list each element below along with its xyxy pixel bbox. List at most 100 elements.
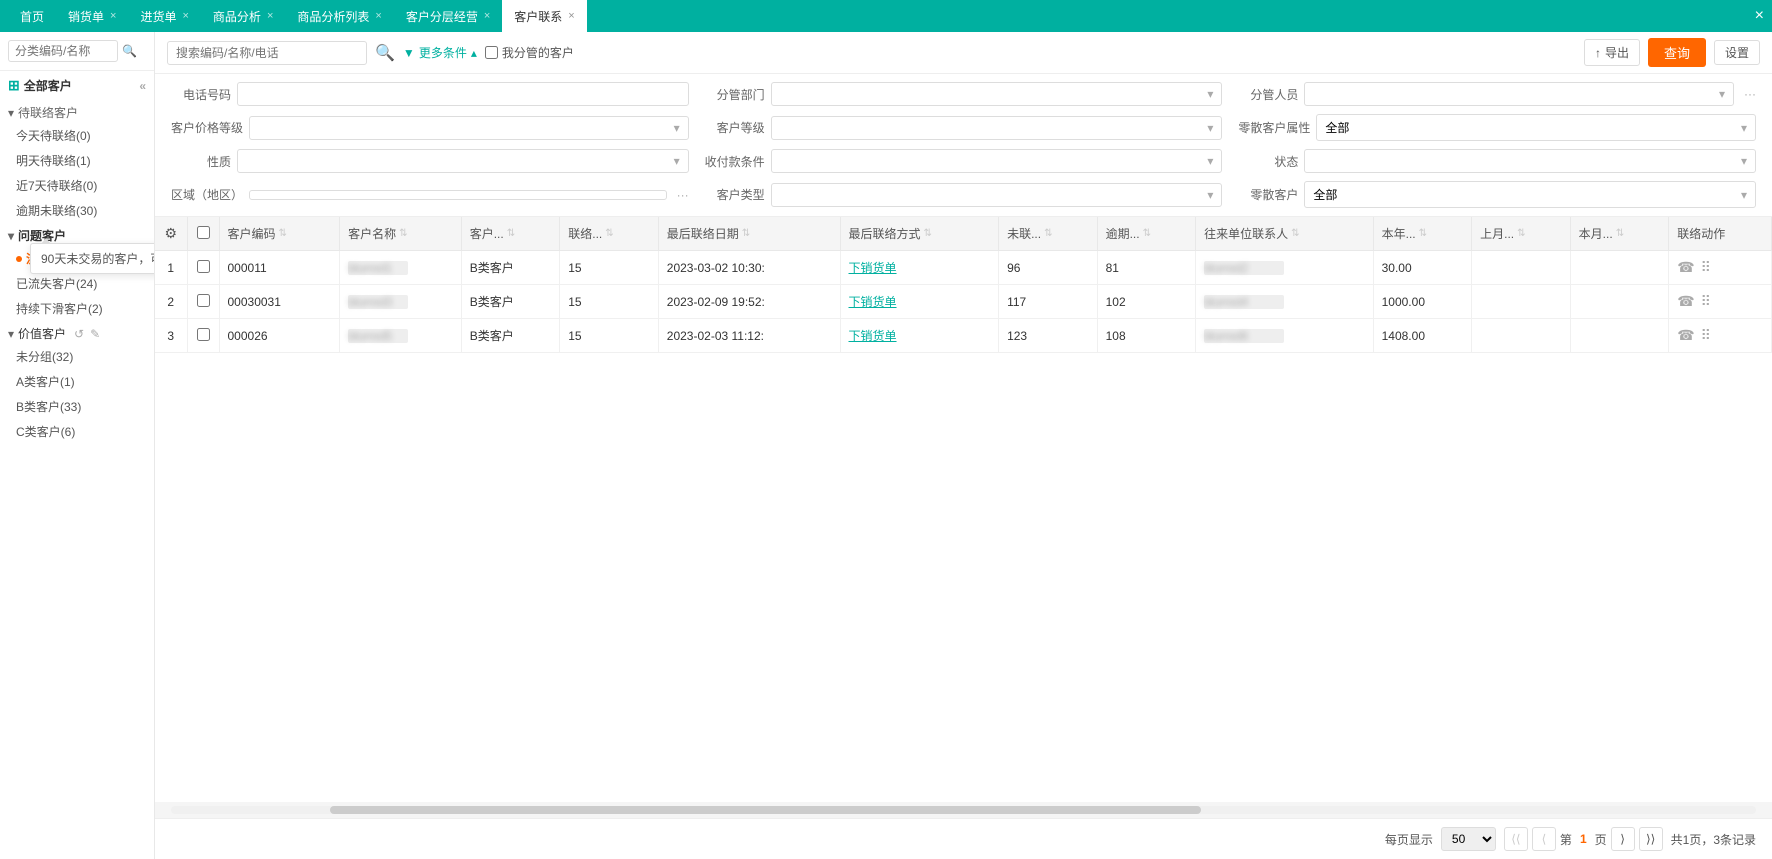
th-this-month[interactable]: 本月... ⇅ bbox=[1570, 217, 1669, 251]
sidebar-item-declining[interactable]: 持续下滑客户(2) bbox=[0, 296, 154, 321]
filter-sparse-attr-select[interactable]: 全部 ▾ bbox=[1316, 114, 1756, 141]
more-action-icon[interactable]: ⠿ bbox=[1701, 259, 1711, 276]
row-checkbox[interactable] bbox=[197, 328, 210, 341]
customers-table: ⚙ 客户编码 ⇅ 客户名称 bbox=[155, 217, 1772, 353]
th-last-month[interactable]: 上月... ⇅ bbox=[1472, 217, 1571, 251]
tab-home[interactable]: 首页 bbox=[8, 0, 56, 32]
close-tab-product-analysis[interactable]: × bbox=[267, 10, 273, 22]
topbar-close-button[interactable]: × bbox=[1755, 7, 1764, 25]
filter-phone-input[interactable] bbox=[237, 82, 689, 106]
th-customer-code[interactable]: 客户编码 ⇅ bbox=[219, 217, 340, 251]
filter-dept-select[interactable]: ▾ bbox=[771, 82, 1223, 106]
sidebar-item-ungrouped[interactable]: 未分组(32) bbox=[0, 344, 154, 369]
row-name: blurred1 bbox=[340, 251, 462, 285]
tab-customer-contact[interactable]: 客户联系 × bbox=[502, 0, 586, 32]
close-tab-product-list[interactable]: × bbox=[375, 10, 381, 22]
sidebar-item-7day-contact[interactable]: 近7天待联络(0) bbox=[0, 173, 154, 198]
filter-payment-select[interactable]: ▾ bbox=[771, 149, 1223, 173]
th-last-contact-method[interactable]: 最后联络方式 ⇅ bbox=[840, 217, 999, 251]
sidebar-item-class-b[interactable]: B类客户(33) bbox=[0, 394, 154, 419]
filter-region-select[interactable] bbox=[249, 190, 667, 200]
sidebar-search-input[interactable] bbox=[8, 40, 118, 62]
next-page-button[interactable]: ⟩ bbox=[1611, 827, 1635, 851]
row-checkbox-cell[interactable] bbox=[187, 319, 219, 353]
sidebar-group-value[interactable]: ▾ 价值客户 ↺ ✎ bbox=[0, 321, 154, 344]
dept-select-arrow: ▾ bbox=[1207, 87, 1213, 101]
first-page-button[interactable]: ⟨⟨ bbox=[1504, 827, 1528, 851]
contact-action-icon[interactable]: ☎ bbox=[1677, 327, 1694, 344]
table-body: 1 000011 blurred1 B类客户 15 2023-03-02 10:… bbox=[155, 251, 1772, 353]
th-contact-count[interactable]: 联络... ⇅ bbox=[560, 217, 659, 251]
tab-sales-order[interactable]: 销货单 × bbox=[56, 0, 128, 32]
row-checkbox[interactable] bbox=[197, 294, 210, 307]
scrollbar-thumb[interactable] bbox=[330, 806, 1202, 814]
row-last-contact-method[interactable]: 下销货单 bbox=[840, 251, 999, 285]
filter-price-level-select[interactable]: ▾ bbox=[249, 116, 689, 140]
sidebar-all-customers[interactable]: ⊞ 全部客户 « bbox=[0, 71, 154, 100]
tab-purchase-order[interactable]: 进货单 × bbox=[128, 0, 200, 32]
th-customer-name[interactable]: 客户名称 ⇅ bbox=[340, 217, 462, 251]
filter-nature-select[interactable]: ▾ bbox=[237, 149, 689, 173]
filter-sparse-customer-select[interactable]: 全部 ▾ bbox=[1304, 181, 1756, 208]
th-this-year[interactable]: 本年... ⇅ bbox=[1373, 217, 1472, 251]
th-last-contact-date[interactable]: 最后联络日期 ⇅ bbox=[658, 217, 840, 251]
my-customers-checkbox-label[interactable]: 我分管的客户 bbox=[485, 44, 574, 61]
sort-overdue-icon: ⇅ bbox=[1143, 228, 1151, 239]
sidebar-search-icon[interactable]: 🔍 bbox=[122, 44, 137, 58]
th-contact-person[interactable]: 往来单位联系人 ⇅ bbox=[1196, 217, 1373, 251]
tab-product-analysis[interactable]: 商品分析 × bbox=[201, 0, 285, 32]
last-page-button[interactable]: ⟩⟩ bbox=[1639, 827, 1663, 851]
th-overdue[interactable]: 逾期... ⇅ bbox=[1097, 217, 1196, 251]
row-last-contact-method[interactable]: 下销货单 bbox=[840, 319, 999, 353]
sidebar-item-overdue-contact[interactable]: 逾期未联络(30) bbox=[0, 198, 154, 223]
filter-status-select[interactable]: ▾ bbox=[1304, 149, 1756, 173]
close-tab-customer-layering[interactable]: × bbox=[484, 10, 490, 22]
settings-button[interactable]: 设置 bbox=[1714, 40, 1760, 65]
search-icon-button[interactable]: 🔍 bbox=[375, 43, 395, 63]
th-uncontacted[interactable]: 未联... ⇅ bbox=[999, 217, 1098, 251]
search-input[interactable] bbox=[167, 41, 367, 65]
refresh-icon[interactable]: ↺ bbox=[74, 327, 84, 341]
sidebar-item-today-contact[interactable]: 今天待联络(0) bbox=[0, 123, 154, 148]
th-customer-level[interactable]: 客户... ⇅ bbox=[461, 217, 560, 251]
sidebar-item-tomorrow-contact[interactable]: 明天待联络(1) bbox=[0, 148, 154, 173]
per-page-select[interactable]: 50 100 200 bbox=[1441, 827, 1496, 851]
prev-page-button[interactable]: ⟨ bbox=[1532, 827, 1556, 851]
contact-action-icon[interactable]: ☎ bbox=[1677, 259, 1694, 276]
row-last-contact-method[interactable]: 下销货单 bbox=[840, 285, 999, 319]
tab-product-analysis-list[interactable]: 商品分析列表 × bbox=[285, 0, 393, 32]
filter-more-button[interactable]: ▼ 更多条件 ▴ bbox=[403, 44, 477, 61]
my-customers-checkbox[interactable] bbox=[485, 46, 498, 59]
gear-icon[interactable]: ⚙ bbox=[164, 225, 177, 241]
more-action-icon[interactable]: ⠿ bbox=[1701, 327, 1711, 344]
row-checkbox[interactable] bbox=[197, 260, 210, 273]
sidebar-item-churned[interactable]: 已流失客户(24) bbox=[0, 271, 154, 296]
th-gear[interactable]: ⚙ bbox=[155, 217, 187, 251]
sidebar-item-class-a[interactable]: A类客户(1) bbox=[0, 369, 154, 394]
edit-icon[interactable]: ✎ bbox=[90, 327, 100, 341]
select-all-checkbox[interactable] bbox=[197, 226, 210, 239]
horizontal-scrollbar[interactable] bbox=[171, 806, 1756, 814]
row-checkbox-cell[interactable] bbox=[187, 251, 219, 285]
sidebar-item-class-c[interactable]: C类客户(6) bbox=[0, 419, 154, 444]
filter-customer-type-select[interactable]: ▾ bbox=[771, 183, 1223, 207]
contact-method-link[interactable]: 下销货单 bbox=[849, 295, 897, 309]
export-button[interactable]: ↑ 导出 bbox=[1584, 39, 1640, 66]
filter-customer-level-select[interactable]: ▾ bbox=[771, 116, 1223, 140]
contact-method-link[interactable]: 下销货单 bbox=[849, 329, 897, 343]
more-action-icon[interactable]: ⠿ bbox=[1701, 293, 1711, 310]
sidebar-group-pending[interactable]: ▾ 待联络客户 bbox=[0, 100, 154, 123]
close-tab-customer-contact[interactable]: × bbox=[568, 10, 574, 22]
contact-action-icon[interactable]: ☎ bbox=[1677, 293, 1694, 310]
close-tab-purchase[interactable]: × bbox=[182, 10, 188, 22]
tab-customer-layering[interactable]: 客户分层经营 × bbox=[394, 0, 502, 32]
contact-method-link[interactable]: 下销货单 bbox=[849, 261, 897, 275]
close-tab-sales[interactable]: × bbox=[110, 10, 116, 22]
row-checkbox-cell[interactable] bbox=[187, 285, 219, 319]
filter-region-dots[interactable]: ··· bbox=[677, 188, 689, 202]
filter-manager-select[interactable]: ▾ bbox=[1304, 82, 1734, 106]
query-button[interactable]: 查询 bbox=[1648, 38, 1706, 67]
collapse-sidebar-icon[interactable]: « bbox=[139, 79, 146, 93]
th-checkbox[interactable] bbox=[187, 217, 219, 251]
filter-manager-dots[interactable]: ··· bbox=[1744, 87, 1756, 101]
